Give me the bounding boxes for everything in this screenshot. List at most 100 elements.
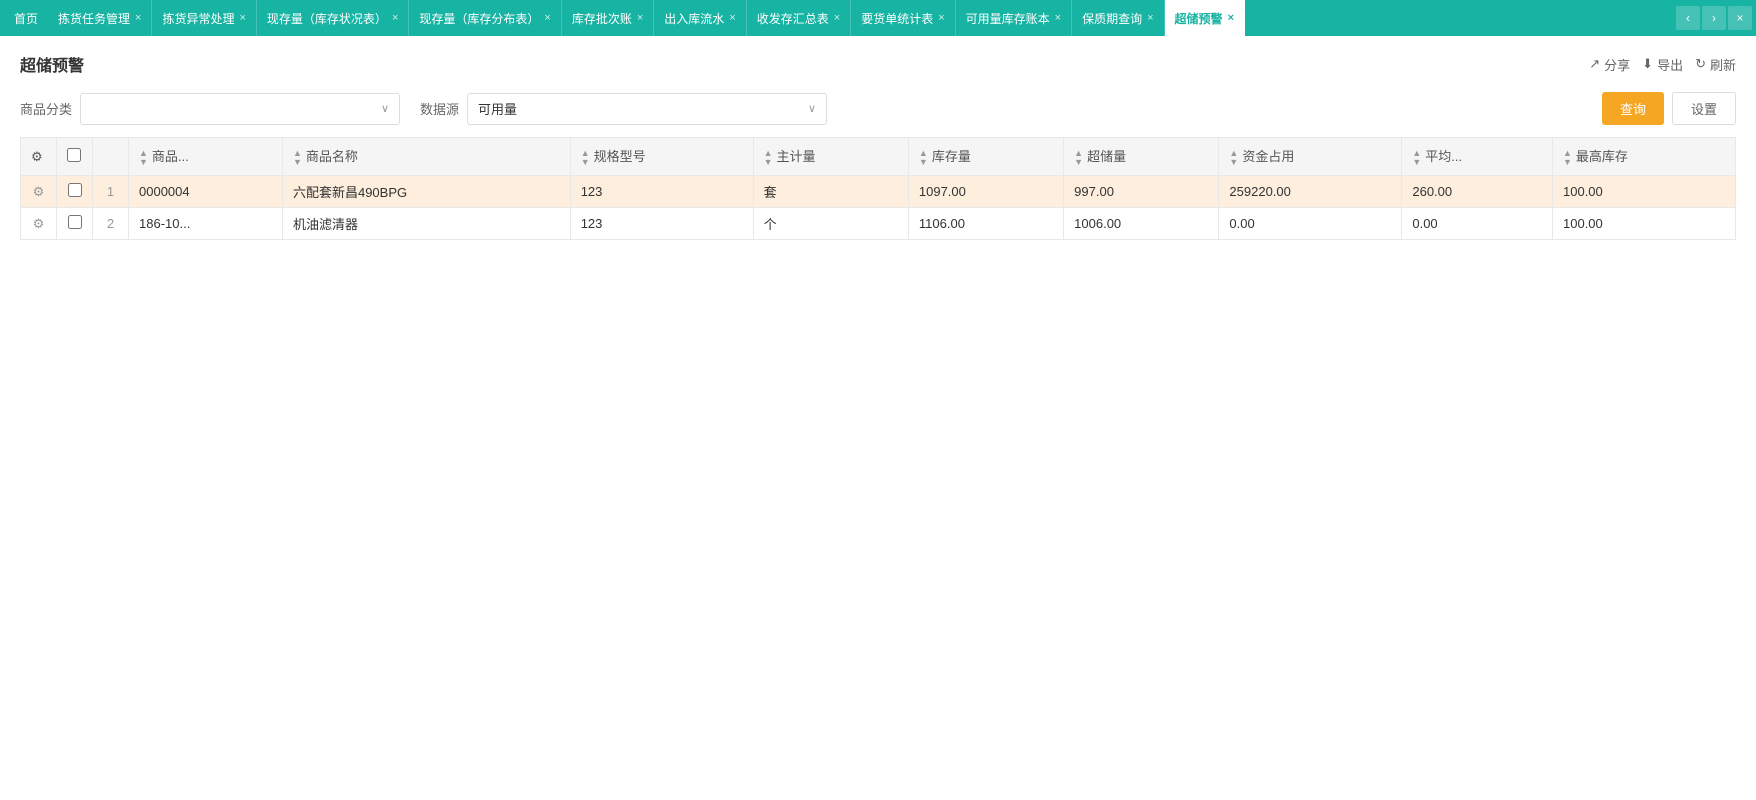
sort-max-stock-icon: ▲▼ [1563, 149, 1572, 167]
col-capital[interactable]: ▲▼资金占用 [1219, 138, 1402, 176]
col-spec[interactable]: ▲▼规格型号 [570, 138, 753, 176]
nav-prev-button[interactable]: ‹ [1676, 6, 1700, 30]
settings-button[interactable]: 设置 [1672, 92, 1736, 125]
product-code: 0000004 [129, 176, 283, 208]
over-stock: 1006.00 [1064, 208, 1219, 240]
product-name: 机油滤清器 [282, 208, 570, 240]
stock: 1106.00 [908, 208, 1063, 240]
col-over-stock[interactable]: ▲▼超储量 [1064, 138, 1219, 176]
nav-tab-tab-xianzunl2[interactable]: 现存量（库存分布表）× [409, 0, 561, 36]
unit: 套 [753, 176, 908, 208]
sort-over-stock-icon: ▲▼ [1074, 149, 1083, 167]
capital: 0.00 [1219, 208, 1402, 240]
datasource-select[interactable]: 可用量 ∨ [467, 93, 827, 125]
col-max-stock[interactable]: ▲▼最高库存 [1553, 138, 1736, 176]
close-tab-tab-pihuo-icon[interactable]: × [135, 12, 141, 24]
table-row: ⚙10000004六配套新昌490BPG123套1097.00997.00259… [21, 176, 1736, 208]
col-select-all[interactable] [57, 138, 93, 176]
page-content: 超储预警 ↗ 分享 ⬇ 导出 ↻ 刷新 商品分类 ∨ 数据源 [0, 36, 1756, 256]
page-title: 超储预警 [20, 52, 84, 76]
row-checkbox[interactable] [68, 183, 82, 197]
close-tab-tab-huizong-icon[interactable]: × [834, 12, 840, 24]
row-checkbox[interactable] [68, 215, 82, 229]
close-tab-tab-xianzunl2-icon[interactable]: × [544, 12, 550, 24]
nav-tab-tab-liushui[interactable]: 出入库流水× [654, 0, 746, 36]
row-checkbox-cell [57, 176, 93, 208]
capital: 259220.00 [1219, 176, 1402, 208]
close-tab-tab-baozhi-icon[interactable]: × [1147, 12, 1153, 24]
col-stock[interactable]: ▲▼库存量 [908, 138, 1063, 176]
sort-product-code-icon: ▲▼ [139, 149, 148, 167]
sort-product-name-icon: ▲▼ [293, 149, 302, 167]
gear-cell: ⚙ [21, 176, 57, 208]
datasource-select-value: 可用量 [478, 99, 517, 118]
nav-tab-tab-kyzh[interactable]: 可用量库存账本× [956, 0, 1072, 36]
row-gear-icon[interactable]: ⚙ [33, 216, 45, 231]
spec: 123 [570, 176, 753, 208]
datasource-filter: 数据源 可用量 ∨ [420, 93, 827, 125]
category-chevron-icon: ∨ [381, 102, 389, 115]
gear-icon: ⚙ [31, 149, 43, 164]
top-nav: 首页 拣货任务管理×拣货异常处理×现存量（库存状况表）×现存量（库存分布表）×库… [0, 0, 1756, 36]
category-filter: 商品分类 ∨ [20, 93, 400, 125]
page-title-row: 超储预警 ↗ 分享 ⬇ 导出 ↻ 刷新 [20, 52, 1736, 76]
close-tab-tab-chaochuyj-icon[interactable]: × [1228, 12, 1234, 24]
product-name: 六配套新昌490BPG [282, 176, 570, 208]
category-select[interactable]: ∨ [80, 93, 400, 125]
row-checkbox-cell [57, 208, 93, 240]
close-tab-tab-xianzunl1-icon[interactable]: × [392, 12, 398, 24]
refresh-button[interactable]: ↻ 刷新 [1695, 55, 1736, 74]
unit: 个 [753, 208, 908, 240]
col-gear[interactable]: ⚙ [21, 138, 57, 176]
row-num: 2 [93, 208, 129, 240]
nav-close-button[interactable]: × [1728, 6, 1752, 30]
query-button[interactable]: 查询 [1602, 92, 1664, 125]
table-header-row: ⚙ ▲▼商品... ▲▼商品名称 ▲▼规格型号 ▲▼主计量 [21, 138, 1736, 176]
nav-tab-tab-chaochuyj[interactable]: 超储预警× [1165, 0, 1245, 36]
close-tab-tab-kyzh-icon[interactable]: × [1055, 12, 1061, 24]
max-stock: 100.00 [1553, 176, 1736, 208]
close-tab-tab-pici-icon[interactable]: × [637, 12, 643, 24]
nav-next-button[interactable]: › [1702, 6, 1726, 30]
select-all-checkbox[interactable] [67, 148, 81, 162]
export-button[interactable]: ⬇ 导出 [1642, 55, 1683, 74]
product-code: 186-10... [129, 208, 283, 240]
nav-tab-tab-pici[interactable]: 库存批次账× [562, 0, 654, 36]
sort-spec-icon: ▲▼ [581, 149, 590, 167]
gear-cell: ⚙ [21, 208, 57, 240]
col-rownum [93, 138, 129, 176]
row-gear-icon[interactable]: ⚙ [33, 184, 45, 199]
close-tab-tab-liushui-icon[interactable]: × [729, 12, 735, 24]
nav-tab-tab-huizong[interactable]: 收发存汇总表× [747, 0, 851, 36]
sort-unit-icon: ▲▼ [764, 149, 773, 167]
col-unit[interactable]: ▲▼主计量 [753, 138, 908, 176]
row-num: 1 [93, 176, 129, 208]
share-button[interactable]: ↗ 分享 [1589, 55, 1630, 74]
export-icon: ⬇ [1642, 56, 1653, 72]
nav-tab-tab-yichang[interactable]: 拣货异常处理× [152, 0, 256, 36]
sort-capital-icon: ▲▼ [1229, 149, 1238, 167]
col-avg[interactable]: ▲▼平均... [1402, 138, 1553, 176]
col-product-name[interactable]: ▲▼商品名称 [282, 138, 570, 176]
close-tab-tab-danjutj-icon[interactable]: × [938, 12, 944, 24]
nav-tab-tab-xianzunl1[interactable]: 现存量（库存状况表）× [257, 0, 409, 36]
category-label: 商品分类 [20, 99, 72, 118]
data-table: ⚙ ▲▼商品... ▲▼商品名称 ▲▼规格型号 ▲▼主计量 [20, 137, 1736, 240]
nav-tab-tab-danjutj[interactable]: 要货单统计表× [851, 0, 955, 36]
avg: 260.00 [1402, 176, 1553, 208]
spec: 123 [570, 208, 753, 240]
nav-tab-tab-baozhi[interactable]: 保质期查询× [1072, 0, 1164, 36]
sort-avg-icon: ▲▼ [1412, 149, 1421, 167]
table-row: ⚙2186-10...机油滤清器123个1106.001006.000.000.… [21, 208, 1736, 240]
datasource-chevron-icon: ∨ [808, 102, 816, 115]
close-tab-tab-yichang-icon[interactable]: × [239, 12, 245, 24]
filter-buttons: 查询 设置 [1602, 92, 1736, 125]
nav-tab-tab-pihuo[interactable]: 拣货任务管理× [48, 0, 152, 36]
page-actions: ↗ 分享 ⬇ 导出 ↻ 刷新 [1589, 55, 1736, 74]
refresh-icon: ↻ [1695, 56, 1706, 72]
nav-arrows: ‹ › × [1676, 6, 1752, 30]
nav-home[interactable]: 首页 [4, 10, 48, 27]
max-stock: 100.00 [1553, 208, 1736, 240]
col-product-code[interactable]: ▲▼商品... [129, 138, 283, 176]
stock: 1097.00 [908, 176, 1063, 208]
